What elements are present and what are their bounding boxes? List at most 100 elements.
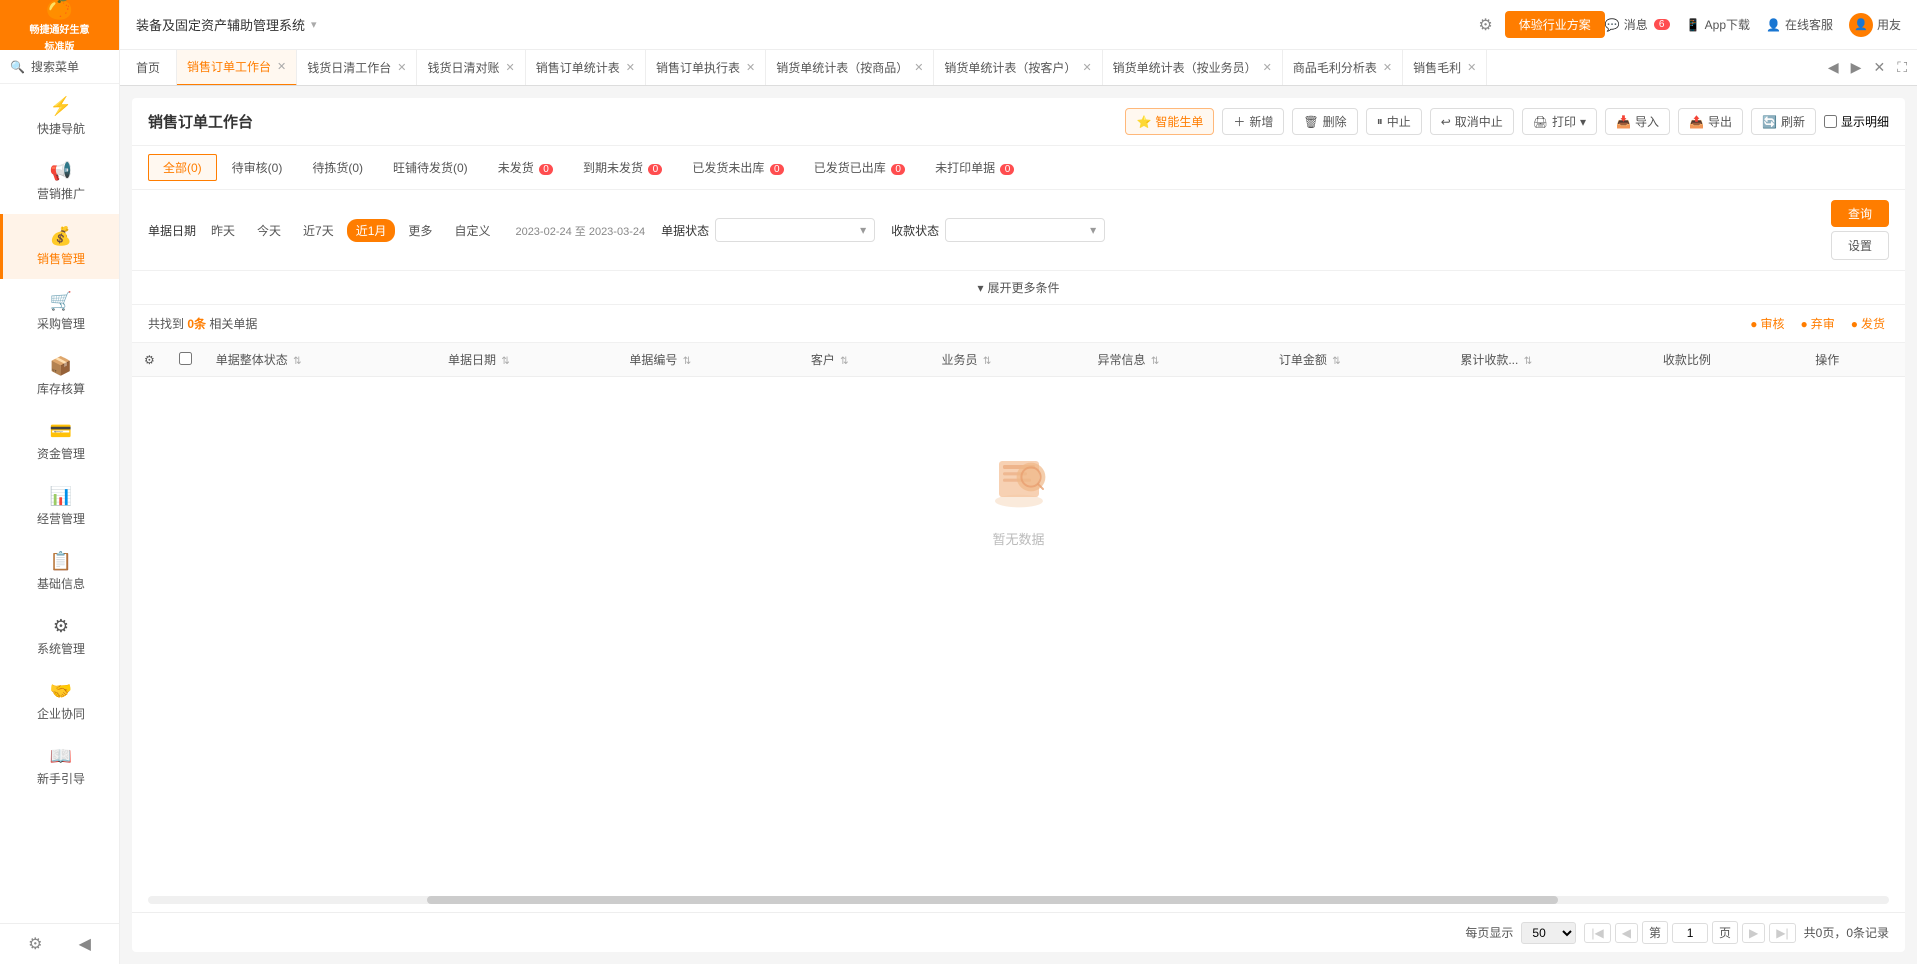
- select-all-checkbox[interactable]: [179, 352, 192, 365]
- sidebar-item-purchase[interactable]: 🛒 采购管理: [0, 279, 119, 344]
- filter-tab-shipped-not-out[interactable]: 已发货未出库 0: [677, 154, 798, 181]
- tab-next-icon[interactable]: ▶: [1847, 57, 1866, 78]
- tab-sales-exec[interactable]: 销售订单执行表 ✕: [646, 50, 766, 86]
- tab-sales-by-customer-close[interactable]: ✕: [1082, 61, 1091, 74]
- page-next-btn[interactable]: ▶: [1742, 923, 1765, 943]
- filter-tab-all[interactable]: 全部(0): [148, 154, 217, 181]
- cancel-suspend-btn[interactable]: ↩ 取消中止: [1430, 108, 1514, 135]
- tab-sales-by-staff[interactable]: 销货单统计表（按业务员） ✕: [1103, 50, 1283, 86]
- filter-tab-wangpu[interactable]: 旺铺待发货(0): [378, 154, 483, 181]
- tab-sales-stats-close[interactable]: ✕: [626, 61, 635, 74]
- tab-prev-icon[interactable]: ◀: [1824, 57, 1843, 78]
- smart-create-btn[interactable]: ⭐ 智能生单: [1125, 108, 1214, 135]
- sys-title-dropdown-icon[interactable]: ▾: [311, 18, 317, 31]
- status-select[interactable]: ▾: [715, 218, 875, 242]
- settings-icon[interactable]: ⚙: [1478, 15, 1492, 35]
- col-salesperson-sort-icon[interactable]: ⇅: [983, 356, 991, 367]
- filter-tab-pending-pickup[interactable]: 待拣货(0): [297, 154, 378, 181]
- refresh-btn[interactable]: 🔄 刷新: [1751, 108, 1816, 135]
- payment-select[interactable]: ▾: [945, 218, 1105, 242]
- scrollbar-thumb[interactable]: [427, 896, 1559, 904]
- set-btn[interactable]: 设置: [1831, 231, 1889, 260]
- filter-tab-overdue-not-shipped[interactable]: 到期未发货 0: [568, 154, 677, 181]
- col-status-sort-icon[interactable]: ⇅: [293, 356, 301, 367]
- print-btn[interactable]: 🖨 打印 ▾: [1522, 108, 1597, 135]
- tab-sales-stats[interactable]: 销售订单统计表 ✕: [526, 50, 646, 86]
- tab-sales-by-customer[interactable]: 销货单统计表（按客户） ✕: [934, 50, 1102, 86]
- date-1month[interactable]: 近1月: [347, 219, 396, 242]
- filter-tab-pending-review[interactable]: 待审核(0): [217, 154, 298, 181]
- industry-btn[interactable]: 体验行业方案: [1505, 11, 1605, 38]
- user-action[interactable]: 👤 用友: [1849, 13, 1901, 37]
- sidebar-item-finance[interactable]: 💳 资金管理: [0, 409, 119, 474]
- date-custom[interactable]: 自定义: [445, 219, 499, 242]
- col-collected-sort-icon[interactable]: ⇅: [1524, 356, 1532, 367]
- date-yesterday[interactable]: 昨天: [202, 219, 244, 242]
- collapse-icon[interactable]: ◀: [79, 934, 91, 954]
- app-download-action[interactable]: 📱 App下载: [1686, 16, 1750, 33]
- per-page-select[interactable]: 10 20 50 100: [1521, 922, 1576, 944]
- tab-cash-daily[interactable]: 钱货日清工作台 ✕: [297, 50, 417, 86]
- tab-gross-profit-close[interactable]: ✕: [1383, 61, 1392, 74]
- sidebar-item-enterprise[interactable]: 🤝 企业协同: [0, 669, 119, 734]
- filter-tab-not-printed[interactable]: 未打印单据 0: [920, 154, 1029, 181]
- sidebar-item-guide[interactable]: 📖 新手引导: [0, 734, 119, 799]
- tab-cash-reconcile[interactable]: 钱货日清对账 ✕: [417, 50, 525, 86]
- import-btn[interactable]: 📥 导入: [1605, 108, 1670, 135]
- review-action-btn[interactable]: ● 审核: [1746, 313, 1788, 334]
- tab-sales-workbench[interactable]: 销售订单工作台 ✕: [177, 50, 297, 86]
- tab-sales-more[interactable]: 销售毛利 ✕: [1403, 50, 1487, 86]
- tab-sales-exec-close[interactable]: ✕: [746, 61, 755, 74]
- tab-maximize-icon[interactable]: ⛶: [1893, 57, 1911, 78]
- sidebar-item-basic[interactable]: 📋 基础信息: [0, 539, 119, 604]
- col-amount-sort-icon[interactable]: ⇅: [1332, 356, 1340, 367]
- col-number-sort-icon[interactable]: ⇅: [683, 356, 691, 367]
- horizontal-scrollbar[interactable]: [148, 896, 1889, 904]
- col-date-sort-icon[interactable]: ⇅: [501, 356, 509, 367]
- settings-bottom-icon[interactable]: ⚙: [28, 934, 42, 954]
- unreview-action-btn[interactable]: ● 弃审: [1796, 313, 1838, 334]
- suspend-btn[interactable]: ⏸ 中止: [1366, 108, 1422, 135]
- tab-sales-workbench-close[interactable]: ✕: [277, 60, 286, 73]
- export-btn[interactable]: 📤 导出: [1678, 108, 1743, 135]
- tab-home[interactable]: 首页: [120, 50, 177, 86]
- detail-checkbox-label[interactable]: 显示明细: [1824, 113, 1889, 130]
- sidebar-item-inventory[interactable]: 📦 库存核算: [0, 344, 119, 409]
- tab-cash-daily-close[interactable]: ✕: [397, 61, 406, 74]
- detail-checkbox[interactable]: [1824, 115, 1837, 128]
- sidebar-item-marketing[interactable]: 📢 营销推广: [0, 149, 119, 214]
- date-more[interactable]: 更多: [399, 219, 441, 242]
- date-range-group: 2023-02-24 至 2023-03-24: [515, 221, 645, 239]
- page-prev-btn[interactable]: ◀: [1615, 923, 1638, 943]
- page-input[interactable]: [1672, 923, 1708, 943]
- tab-sales-more-close[interactable]: ✕: [1467, 61, 1476, 74]
- table-scroll[interactable]: ⚙ 单据整体状态 ⇅ 单据日期: [132, 343, 1905, 896]
- column-settings-icon[interactable]: ⚙: [144, 353, 155, 367]
- message-action[interactable]: 💬 消息 6: [1605, 16, 1670, 33]
- sidebar-item-quick-nav[interactable]: ⚡ 快捷导航: [0, 84, 119, 149]
- date-today[interactable]: 今天: [248, 219, 290, 242]
- sidebar-item-system[interactable]: ⚙ 系统管理: [0, 604, 119, 669]
- date-7days[interactable]: 近7天: [294, 219, 343, 242]
- delete-btn[interactable]: 🗑 删除: [1292, 108, 1357, 135]
- page-last-btn[interactable]: ▶|: [1769, 923, 1795, 943]
- ship-action-btn[interactable]: ● 发货: [1847, 313, 1889, 334]
- sidebar-item-sales[interactable]: 💰 销售管理: [0, 214, 119, 279]
- tab-sales-by-product[interactable]: 销货单统计表（按商品） ✕: [766, 50, 934, 86]
- expand-conditions-btn[interactable]: ▾ 展开更多条件: [969, 275, 1067, 300]
- col-customer-sort-icon[interactable]: ⇅: [840, 356, 848, 367]
- tab-cash-reconcile-close[interactable]: ✕: [506, 61, 515, 74]
- online-service-action[interactable]: 👤 在线客服: [1766, 16, 1833, 33]
- tab-sales-by-staff-close[interactable]: ✕: [1263, 61, 1272, 74]
- tab-sales-by-product-close[interactable]: ✕: [914, 61, 923, 74]
- sidebar-item-operations[interactable]: 📊 经营管理: [0, 474, 119, 539]
- col-abnormal-sort-icon[interactable]: ⇅: [1151, 356, 1159, 367]
- sidebar-search[interactable]: 🔍 搜索菜单: [0, 50, 119, 84]
- filter-tab-shipped-out[interactable]: 已发货已出库 0: [799, 154, 920, 181]
- tab-gross-profit[interactable]: 商品毛利分析表 ✕: [1283, 50, 1403, 86]
- tab-close-all-icon[interactable]: ✕: [1869, 57, 1889, 78]
- filter-tab-not-shipped[interactable]: 未发货 0: [483, 154, 568, 181]
- add-btn[interactable]: ＋ 新增: [1222, 108, 1284, 135]
- page-first-btn[interactable]: |◀: [1584, 923, 1610, 943]
- query-btn[interactable]: 查询: [1831, 200, 1889, 227]
